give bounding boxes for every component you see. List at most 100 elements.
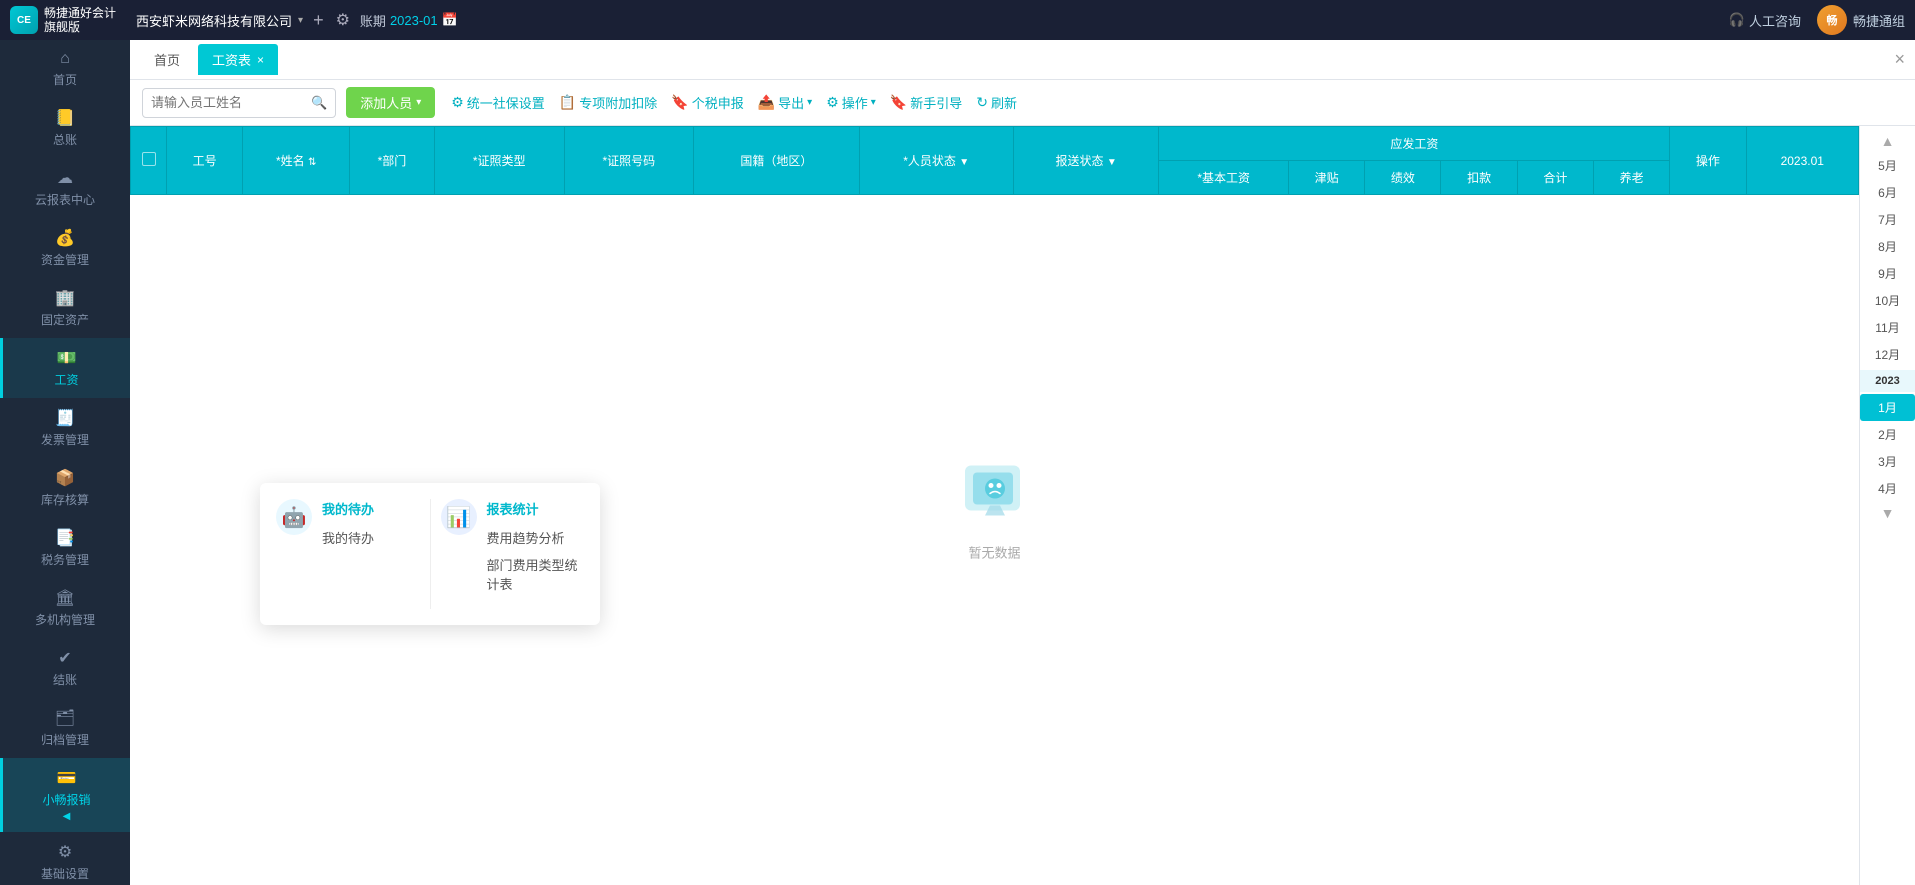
- sidebar-label-cloud: 云报表中心: [35, 191, 95, 208]
- logo-icon: CE: [10, 6, 38, 34]
- submenu-item-trend[interactable]: 费用趋势分析: [487, 524, 585, 551]
- month-11[interactable]: 11月: [1860, 314, 1915, 341]
- tab-salary[interactable]: 工资表 ×: [198, 44, 278, 75]
- checkbox-header[interactable]: [131, 127, 167, 195]
- th-id-type: *证照类型: [434, 127, 564, 195]
- submenu-title-todo[interactable]: 我的待办: [322, 499, 374, 518]
- submenu-item-dept[interactable]: 部门费用类型统计表: [487, 551, 585, 597]
- action-export[interactable]: 📤 导出 ▾: [758, 93, 812, 112]
- close-all-button[interactable]: ×: [1894, 49, 1905, 70]
- export-icon: 📤: [758, 94, 775, 111]
- sidebar: ⌂ 首页 📒 总账 ☁ 云报表中心 💰 资金管理 🏢 固定资产 💵 工资: [0, 40, 130, 885]
- sidebar-item-ledger[interactable]: 📒 总账: [0, 98, 130, 158]
- add-person-button[interactable]: 添加人员 ▾: [346, 87, 435, 118]
- report-section-icon: 📊: [441, 499, 477, 535]
- social-ins-icon: ⚙: [451, 94, 464, 111]
- salary-table: 工号 *姓名 ⇅ *部门 *证照类型 *证照号码 国籍（地区） *人员状态 ▼: [130, 126, 1859, 195]
- logo-title: 畅捷通好会计: [44, 6, 116, 20]
- tax-report-icon: 🔖: [671, 94, 688, 111]
- sort-name-icon[interactable]: ⇅: [308, 157, 316, 168]
- sidebar-label-home: 首页: [53, 71, 77, 88]
- ledger-icon: 📒: [55, 108, 75, 128]
- action-refresh[interactable]: ↻ 刷新: [976, 93, 1017, 112]
- action-social-insurance[interactable]: ⚙ 统一社保设置: [451, 93, 545, 112]
- th-country: 国籍（地区）: [694, 127, 860, 195]
- month-6[interactable]: 6月: [1860, 179, 1915, 206]
- action-label-5: 新手引导: [910, 93, 962, 112]
- org-icon: 🏛: [55, 588, 75, 608]
- top-right: 🎧 人工咨询 畅 畅捷通组: [1729, 5, 1905, 35]
- search-wrap: 🔍: [142, 88, 336, 118]
- submenu-section-1-content: 我的待办 我的待办: [322, 499, 374, 551]
- tab-close-icon[interactable]: ×: [257, 53, 264, 67]
- sidebar-item-fund[interactable]: 💰 资金管理: [0, 218, 130, 278]
- action-tax-report[interactable]: 🔖 个税申报: [671, 93, 743, 112]
- search-input[interactable]: [151, 95, 311, 110]
- filter-status-icon[interactable]: ▼: [959, 157, 969, 168]
- export-arrow-icon: ▾: [807, 97, 812, 108]
- main-area: ⌂ 首页 📒 总账 ☁ 云报表中心 💰 资金管理 🏢 固定资产 💵 工资: [0, 40, 1915, 885]
- user-info[interactable]: 畅 畅捷通组: [1817, 5, 1905, 35]
- submenu-title-report[interactable]: 报表统计: [487, 499, 585, 518]
- todo-section-icon: 🤖: [276, 499, 312, 535]
- sidebar-item-cloud-report[interactable]: ☁ 云报表中心: [0, 158, 130, 218]
- sidebar-item-tax[interactable]: 📑 税务管理: [0, 518, 130, 578]
- submenu-section-2: 📊 报表统计 费用趋势分析 部门费用类型统计表: [441, 499, 585, 597]
- month-9[interactable]: 9月: [1860, 260, 1915, 287]
- month-1-current[interactable]: 1月: [1860, 394, 1915, 421]
- th-dept: *部门: [350, 127, 435, 195]
- select-all-checkbox[interactable]: [142, 152, 156, 166]
- add-icon[interactable]: +: [313, 10, 324, 31]
- search-icon: 🔍: [311, 95, 327, 111]
- sidebar-label-expense: 小畅报销: [42, 791, 90, 808]
- sidebar-item-multi-org[interactable]: 🏛 多机构管理: [0, 578, 130, 638]
- empty-text: 暂无数据: [968, 542, 1020, 561]
- action-label-0: 统一社保设置: [467, 93, 545, 112]
- month-12[interactable]: 12月: [1860, 341, 1915, 368]
- sidebar-item-fixed-assets[interactable]: 🏢 固定资产: [0, 278, 130, 338]
- month-5[interactable]: 5月: [1860, 152, 1915, 179]
- month-3[interactable]: 3月: [1860, 448, 1915, 475]
- fund-icon: 💰: [55, 228, 75, 248]
- submenu-col-1: 🤖 我的待办 我的待办: [276, 499, 420, 609]
- expense-icon: 💳: [57, 768, 77, 788]
- add-person-label: 添加人员: [360, 93, 412, 112]
- month-scroll-up[interactable]: ▲: [1878, 130, 1898, 152]
- month-scroll-down[interactable]: ▼: [1878, 502, 1898, 524]
- month-7[interactable]: 7月: [1860, 206, 1915, 233]
- submenu-item-todo[interactable]: 我的待办: [322, 524, 374, 551]
- cloud-icon: ☁: [57, 168, 73, 188]
- month-8[interactable]: 8月: [1860, 233, 1915, 260]
- month-2[interactable]: 2月: [1860, 421, 1915, 448]
- sidebar-item-home[interactable]: ⌂ 首页: [0, 40, 130, 98]
- sidebar-item-checkout[interactable]: ✔ 结账: [0, 638, 130, 698]
- logo-initials: CE: [17, 15, 31, 26]
- add-dropdown-icon: ▾: [416, 97, 421, 108]
- settings-icon[interactable]: ⚙: [336, 10, 350, 30]
- calendar-icon[interactable]: 📅: [442, 12, 458, 28]
- checkout-icon: ✔: [58, 648, 71, 668]
- tab-home[interactable]: 首页: [140, 44, 194, 75]
- month-10[interactable]: 10月: [1860, 287, 1915, 314]
- sidebar-label-tax: 税务管理: [41, 551, 89, 568]
- sidebar-item-expense[interactable]: 💳 小畅报销 ◀: [0, 758, 130, 832]
- guide-toolbar-icon: 🔖: [890, 94, 907, 111]
- action-operation[interactable]: ⚙ 操作 ▾: [826, 93, 876, 112]
- sidebar-item-invoice[interactable]: 🧾 发票管理: [0, 398, 130, 458]
- period-value: 2023-01: [390, 13, 438, 28]
- sidebar-item-inventory[interactable]: 📦 库存核算: [0, 458, 130, 518]
- company-selector[interactable]: 西安虾米网络科技有限公司 ▾: [136, 11, 303, 30]
- sidebar-item-archive[interactable]: 🗂 归档管理: [0, 698, 130, 758]
- action-special-deduction[interactable]: 📋 专项附加扣除: [559, 93, 657, 112]
- sidebar-label-assets: 固定资产: [41, 311, 89, 328]
- action-new-guide[interactable]: 🔖 新手引导: [890, 93, 962, 112]
- th-pension: 养老: [1594, 161, 1670, 195]
- sidebar-item-basic-settings[interactable]: ⚙ 基础设置: [0, 832, 130, 885]
- month-4[interactable]: 4月: [1860, 475, 1915, 502]
- filter-report-icon[interactable]: ▼: [1107, 157, 1117, 168]
- archive-icon: 🗂: [55, 708, 75, 728]
- help-link[interactable]: 🎧 人工咨询: [1729, 11, 1801, 30]
- sidebar-label-archive: 归档管理: [41, 731, 89, 748]
- sidebar-item-salary[interactable]: 💵 工资: [0, 338, 130, 398]
- company-name: 西安虾米网络科技有限公司: [136, 11, 292, 30]
